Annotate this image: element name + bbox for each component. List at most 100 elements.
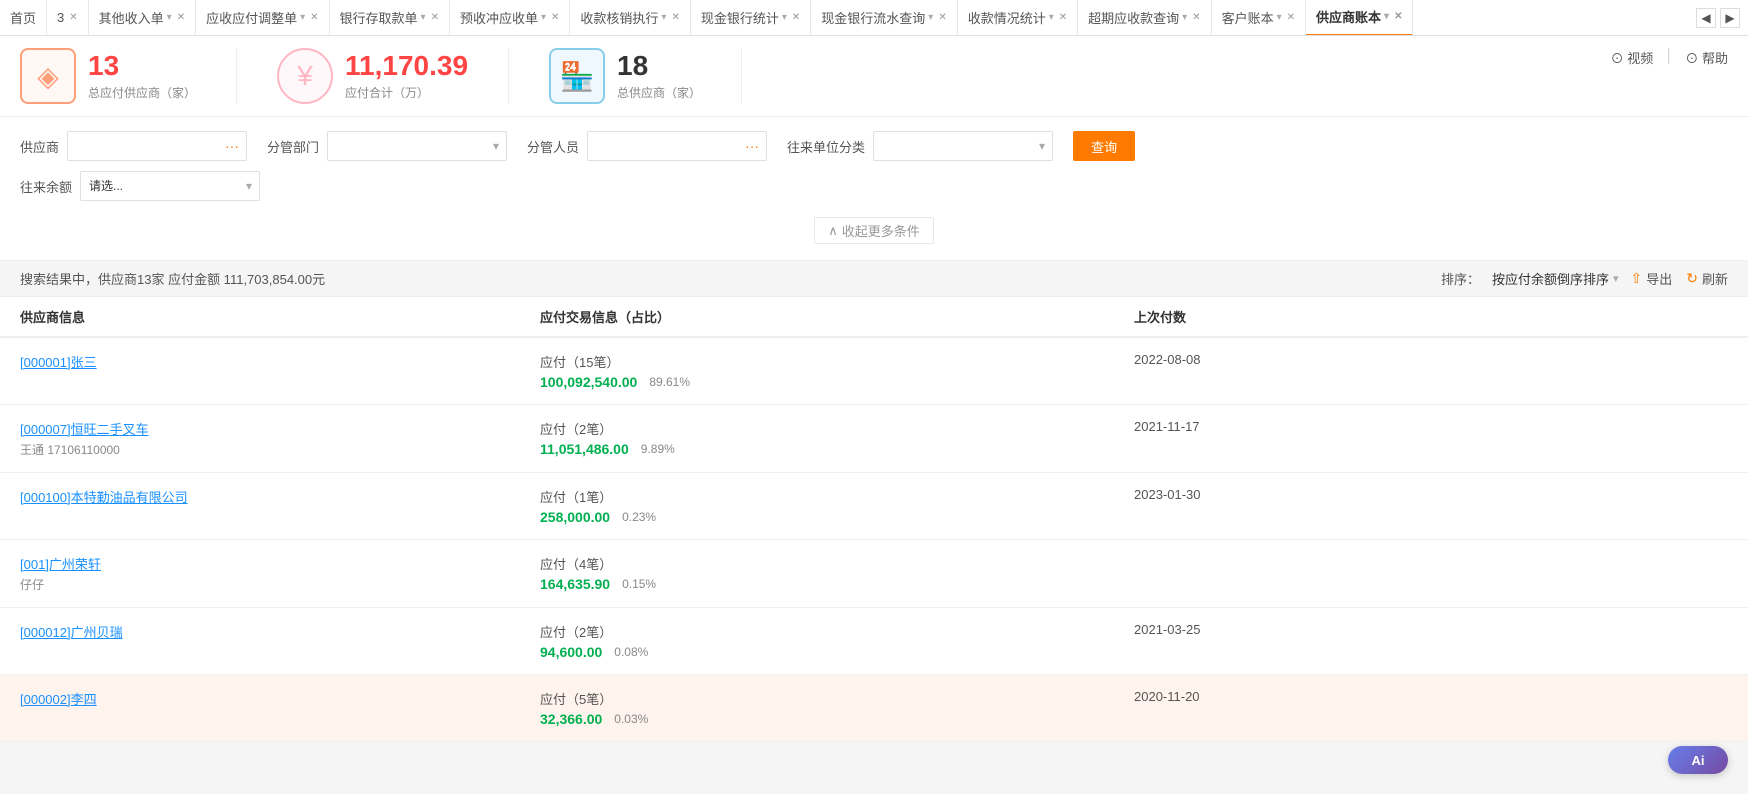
export-button[interactable]: ⇧ 导出 (1631, 269, 1673, 288)
top-right-links: ⊙ 视频 │ ⊙ 帮助 (1611, 48, 1728, 67)
supplier-link[interactable]: [000007]恒旺二手叉车 (20, 422, 149, 437)
close-icon-other-income[interactable]: ✕ (177, 12, 185, 23)
stat-info-payable-amount: 11,170.39 应付合计（万） (345, 52, 468, 101)
video-link[interactable]: ⊙ 视频 (1611, 48, 1654, 67)
close-icon-supplier-book[interactable]: ✕ (1394, 11, 1402, 22)
supplier-link[interactable]: [000002]李四 (20, 692, 97, 707)
nav-tab-3[interactable]: 3 ✕ (47, 0, 89, 36)
dept-select[interactable] (327, 131, 507, 161)
nav-tab-cash-stat[interactable]: 现金银行统计 ▾ ✕ (691, 0, 811, 36)
nav-tab-other-income[interactable]: 其他收入单 ▾ ✕ (89, 0, 196, 36)
transaction-cell: 应付（4笔） 164,635.90 0.15% (540, 554, 1134, 592)
nav-tab-customer-book[interactable]: 客户账本 ▾ ✕ (1212, 0, 1306, 36)
close-icon-overdue[interactable]: ✕ (1192, 12, 1200, 23)
action-buttons: ⇧ 导出 ↻ 刷新 (1631, 269, 1729, 288)
chevron-down-icon-collection: ▾ (661, 12, 666, 23)
close-icon-collection[interactable]: ✕ (671, 12, 679, 23)
supplier-link[interactable]: [000001]张三 (20, 355, 97, 370)
nav-tab-adjust[interactable]: 应收应付调整单 ▾ ✕ (196, 0, 329, 36)
help-link[interactable]: ⊙ 帮助 (1685, 48, 1728, 67)
nav-arrows: ◀ ▶ (1688, 8, 1748, 28)
chevron-down-icon-cash-flow: ▾ (928, 12, 933, 23)
trans-label: 应付（2笔） (540, 622, 1134, 641)
query-button[interactable]: 查询 (1073, 131, 1135, 161)
nav-tab-supplier-book-label: 供应商账本 (1316, 7, 1381, 26)
nav-next-btn[interactable]: ▶ (1720, 8, 1740, 28)
trans-percent: 9.89% (641, 442, 675, 456)
collapse-button[interactable]: ∧ 收起更多条件 (814, 217, 934, 244)
category-select[interactable] (873, 131, 1053, 161)
nav-tab-bank[interactable]: 银行存取款单 ▾ ✕ (330, 0, 450, 36)
col-last-pay: 上次付数 (1134, 307, 1728, 326)
chevron-down-icon-supplier-book: ▾ (1384, 11, 1389, 22)
trans-label: 应付（4笔） (540, 554, 1134, 573)
person-input[interactable] (587, 131, 767, 161)
supplier-input-wrap: ··· (67, 131, 247, 161)
sort-select-wrap[interactable]: 按应付余额倒序排序 ▾ (1492, 269, 1619, 288)
nav-tab-receipt-stat[interactable]: 收款情况统计 ▾ ✕ (958, 0, 1078, 36)
last-pay-value: 2023-01-30 (1134, 487, 1201, 502)
nav-tab-cash-flow-label: 现金银行流水查询 (821, 8, 925, 27)
trans-label: 应付（2笔） (540, 419, 1134, 438)
close-icon-prepay[interactable]: ✕ (551, 12, 559, 23)
nav-tab-cash-flow[interactable]: 现金银行流水查询 ▾ ✕ (811, 0, 957, 36)
nav-tab-overdue-label: 超期应收款查询 (1088, 8, 1179, 27)
close-icon-cash-flow[interactable]: ✕ (938, 12, 946, 23)
close-icon-receipt-stat[interactable]: ✕ (1059, 12, 1067, 23)
last-pay-value: 2021-11-17 (1134, 419, 1200, 434)
supplier-dots-icon[interactable]: ··· (225, 138, 239, 154)
supplier-link[interactable]: [001]广州荣轩 (20, 557, 101, 572)
results-summary: 搜索结果中，供应商13家 应付金额 111,703,854.00元 (20, 269, 325, 288)
nav-tab-customer-book-label: 客户账本 (1222, 8, 1274, 27)
sort-label: 排序： (1441, 269, 1480, 288)
supplier-info-cell: [000007]恒旺二手叉车 王通 17106110000 (20, 419, 540, 458)
balance-select-wrap: 请选... ▾ (80, 171, 260, 201)
nav-tab-home[interactable]: 首页 (0, 0, 47, 36)
balance-select[interactable]: 请选... (80, 171, 260, 201)
supplier-sub: 王通 17106110000 (20, 441, 540, 458)
supplier-link[interactable]: [000012]广州贝瑞 (20, 625, 123, 640)
table-row: [000002]李四 应付（5笔） 32,366.00 0.03% 2020-1… (0, 675, 1748, 742)
table-row: [000100]本特勤油品有限公司 应付（1笔） 258,000.00 0.23… (0, 473, 1748, 540)
export-label: 导出 (1646, 269, 1672, 288)
stat-info-payable-suppliers: 13 总应付供应商（家） (88, 52, 196, 101)
payable-suppliers-label: 总应付供应商（家） (88, 84, 196, 101)
nav-tab-3-label: 3 (57, 10, 64, 25)
nav-tab-collection[interactable]: 收款核销执行 ▾ ✕ (570, 0, 690, 36)
search-area: 供应商 ··· 分管部门 ▾ 分管人员 ··· 往来单位分类 (0, 117, 1748, 261)
nav-tab-supplier-book[interactable]: 供应商账本 ▾ ✕ (1306, 0, 1413, 36)
last-pay-cell: 2021-11-17 (1134, 419, 1728, 434)
supplier-link[interactable]: [000100]本特勤油品有限公司 (20, 490, 188, 505)
close-icon-adjust[interactable]: ✕ (310, 12, 318, 23)
nav-prev-btn[interactable]: ◀ (1696, 8, 1716, 28)
person-input-wrap: ··· (587, 131, 767, 161)
ai-button[interactable]: Ai (1668, 746, 1728, 774)
trans-row: 94,600.00 0.08% (540, 644, 1134, 660)
payable-amount-number: 11,170.39 (345, 52, 468, 80)
refresh-button[interactable]: ↻ 刷新 (1686, 269, 1728, 288)
close-icon-cash-stat[interactable]: ✕ (792, 12, 800, 23)
last-pay-cell: 2020-11-20 (1134, 689, 1728, 704)
stats-bar: ◈ 13 总应付供应商（家） ¥ 11,170.39 应付合计（万） 🏪 18 … (0, 36, 1748, 117)
nav-tab-overdue[interactable]: 超期应收款查询 ▾ ✕ (1078, 0, 1211, 36)
chevron-down-icon-cash-stat: ▾ (782, 12, 787, 23)
last-pay-value: 2022-08-08 (1134, 352, 1201, 367)
person-label: 分管人员 (527, 137, 579, 156)
supplier-sub: 仔仔 (20, 576, 540, 593)
nav-tab-prepay-label: 预收冲应收单 (460, 8, 538, 27)
nav-tab-prepay[interactable]: 预收冲应收单 ▾ ✕ (450, 0, 570, 36)
supplier-input[interactable] (67, 131, 247, 161)
refresh-icon: ↻ (1686, 270, 1698, 287)
sort-chevron-down-icon: ▾ (1613, 272, 1619, 285)
close-icon-customer-book[interactable]: ✕ (1287, 12, 1295, 23)
trans-percent: 0.23% (622, 510, 656, 524)
stat-card-payable-amount: ¥ 11,170.39 应付合计（万） (277, 48, 509, 104)
trans-label: 应付（1笔） (540, 487, 1134, 506)
close-icon[interactable]: ✕ (69, 12, 77, 23)
close-icon-bank[interactable]: ✕ (431, 12, 439, 23)
search-row-2: 往来余额 请选... ▾ (20, 171, 1728, 201)
trans-percent: 0.08% (614, 645, 648, 659)
person-dots-icon[interactable]: ··· (745, 138, 759, 154)
payable-amount-label: 应付合计（万） (345, 84, 468, 101)
trans-amount: 94,600.00 (540, 644, 602, 660)
